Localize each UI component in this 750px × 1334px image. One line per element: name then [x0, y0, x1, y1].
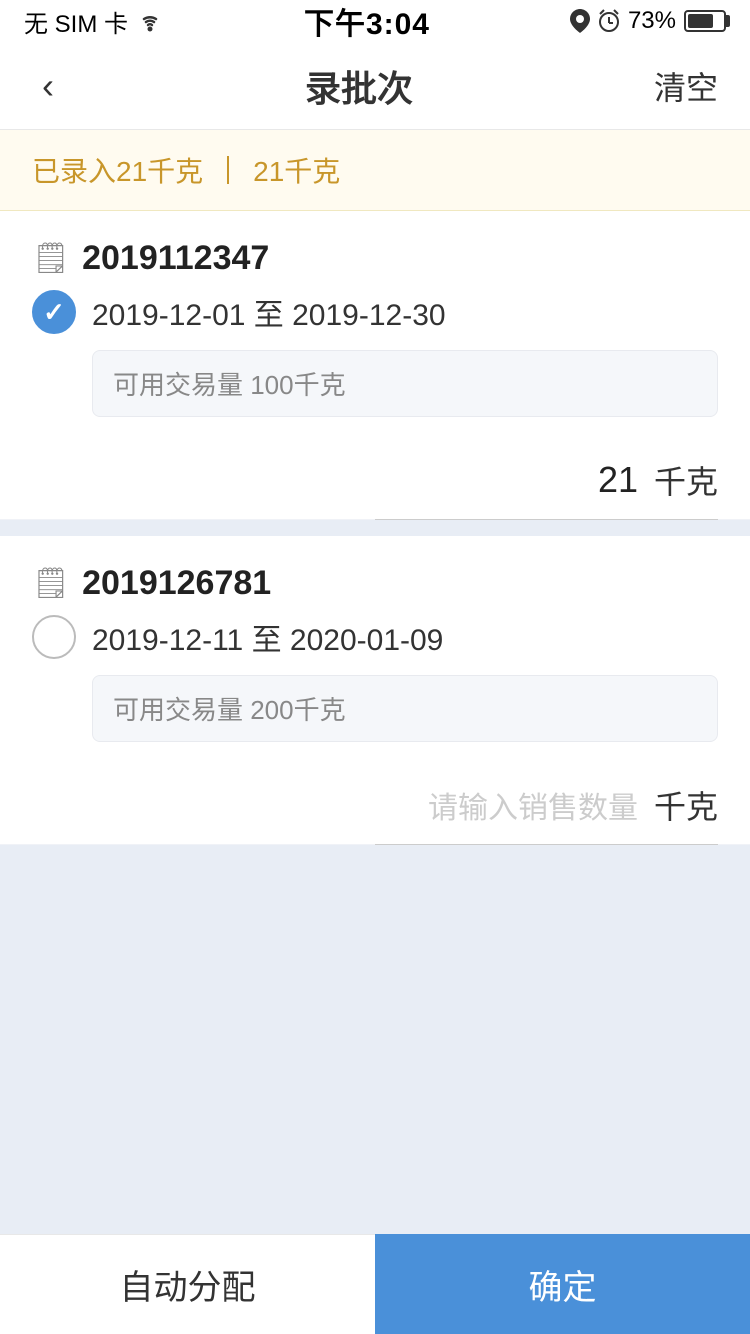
auto-distribute-button[interactable]: 自动分配 [0, 1234, 375, 1334]
nav-bar: ‹ 录批次 清空 [0, 42, 750, 130]
sim-text: 无 SIM 卡 [24, 4, 128, 39]
confirm-button[interactable]: 确定 [375, 1234, 750, 1334]
batch-2-qty-row: 请输入销售数量 千克 [0, 762, 750, 844]
batch-2-qty-placeholder[interactable]: 请输入销售数量 [428, 783, 638, 827]
batch-1-qty-value[interactable]: 21 [598, 459, 638, 501]
clear-button[interactable]: 清空 [654, 63, 718, 109]
info-value: 21千克 [253, 150, 340, 190]
section-divider [0, 520, 750, 536]
battery-percent: 73% [628, 7, 676, 35]
batch-2-available-qty: 可用交易量 200千克 [92, 675, 718, 742]
page-title: 录批次 [305, 60, 413, 112]
batch-item-2: 🗒 2019126781 2019-12-11 至 2020-01-09 可用交… [0, 536, 750, 762]
batch-2-header: 🗒 2019126781 [32, 564, 718, 603]
battery-fill [688, 14, 713, 28]
batch-1-qty-unit: 千克 [654, 457, 718, 503]
alarm-icon [598, 9, 620, 33]
batch-1-radio[interactable] [32, 290, 76, 334]
batch-item-1: 🗒 2019112347 2019-12-01 至 2019-12-30 可用交… [0, 211, 750, 437]
batch-2-qty-unit: 千克 [654, 782, 718, 828]
batch-1-date-row: 2019-12-01 至 2019-12-30 [32, 290, 718, 334]
info-divider [227, 156, 229, 184]
battery-icon [684, 10, 726, 32]
batch-1-date: 2019-12-01 至 2019-12-30 [92, 290, 446, 334]
batch-1-available-qty: 可用交易量 100千克 [92, 350, 718, 417]
status-right: 73% [570, 7, 726, 35]
location-icon [570, 9, 590, 33]
batch-1-qty-row: 21 千克 [0, 437, 750, 519]
batch-2-date-row: 2019-12-11 至 2020-01-09 [32, 615, 718, 659]
batch-2-radio[interactable] [32, 615, 76, 659]
batch-2-id: 2019126781 [82, 564, 271, 603]
back-button[interactable]: ‹ [32, 55, 64, 117]
batch-2-date: 2019-12-11 至 2020-01-09 [92, 615, 443, 659]
status-time: 下午3:04 [304, 0, 430, 43]
batch-1-icon: 🗒 [32, 241, 70, 276]
content-wrapper: 🗒 2019112347 2019-12-01 至 2019-12-30 可用交… [0, 211, 750, 1315]
wifi-icon [136, 10, 164, 32]
batch-1-header: 🗒 2019112347 [32, 239, 718, 278]
bottom-bar: 自动分配 确定 [0, 1234, 750, 1334]
batch-2-icon: 🗒 [32, 566, 70, 601]
batch-1-id: 2019112347 [82, 239, 269, 278]
recorded-amount-label: 已录入21千克 [32, 150, 203, 190]
info-banner: 已录入21千克 21千克 [0, 130, 750, 211]
status-left: 无 SIM 卡 [24, 4, 164, 39]
status-bar: 无 SIM 卡 下午3:04 73% [0, 0, 750, 42]
